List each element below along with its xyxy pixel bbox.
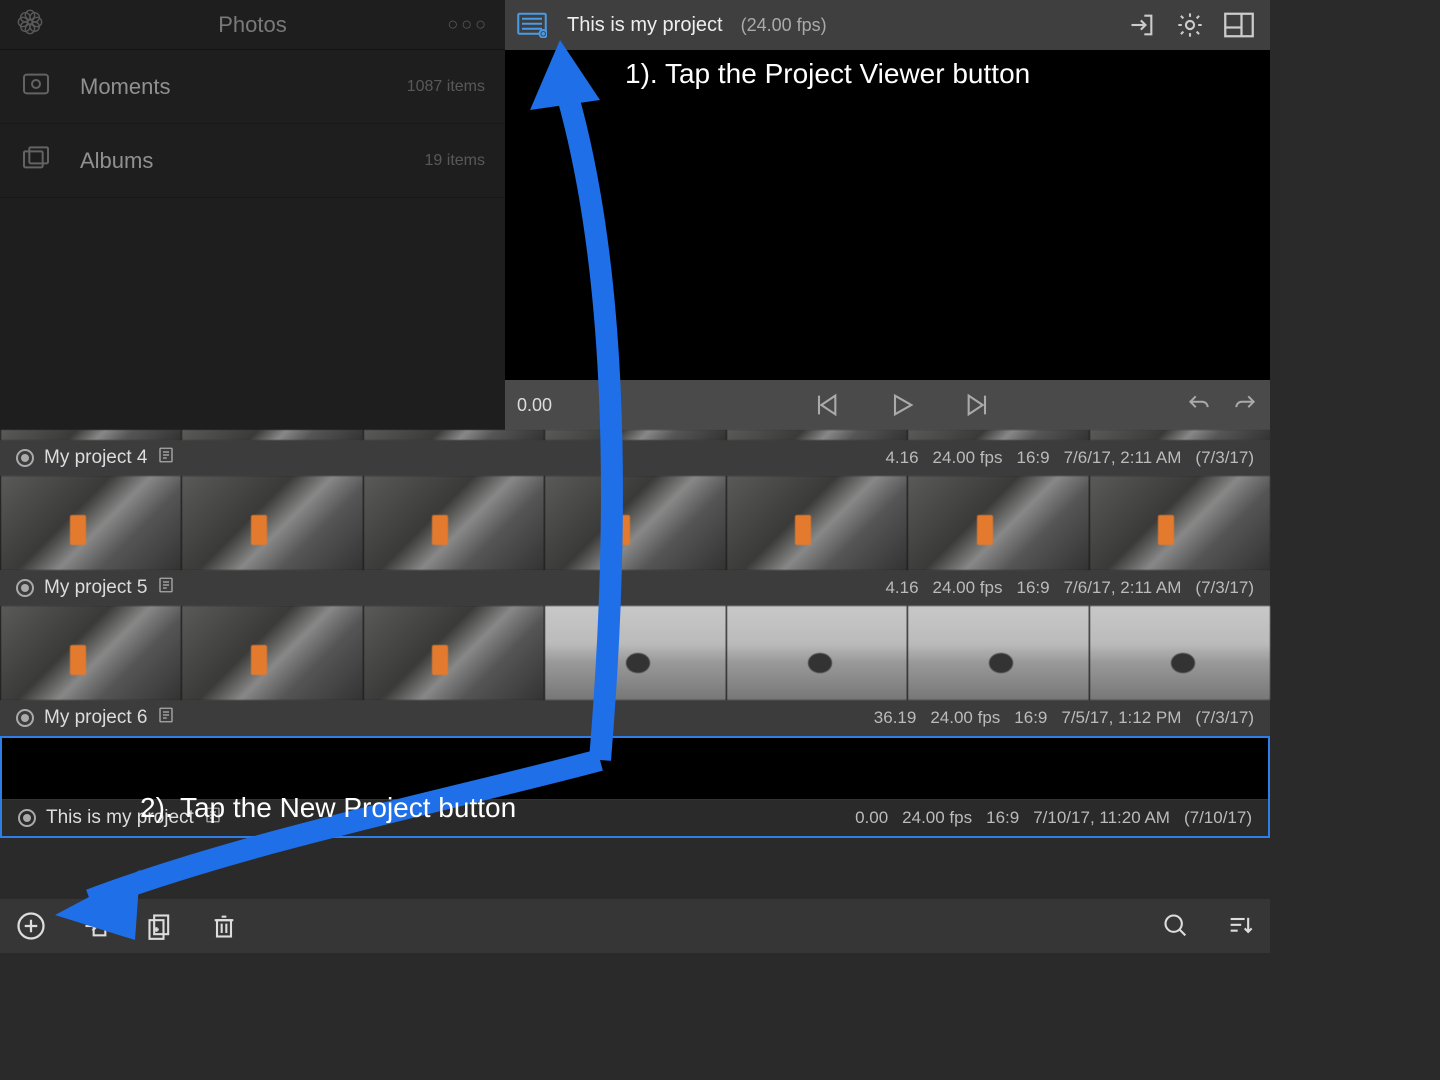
undo-button[interactable] — [1186, 392, 1212, 418]
import-button[interactable] — [82, 912, 110, 940]
project-created: (7/3/17) — [1195, 448, 1254, 468]
project-fps: 24.00 fps — [933, 578, 1003, 598]
new-project-button[interactable] — [16, 911, 46, 941]
project-name: My project 6 — [44, 707, 147, 729]
project-duration: 4.16 — [885, 448, 918, 468]
project-row[interactable]: My project 5 4.16 24.00 fps 16:9 7/6/17,… — [0, 570, 1270, 606]
duplicate-button[interactable] — [146, 912, 174, 940]
project-aspect: 16:9 — [1016, 448, 1049, 468]
viewer-header: This is my project (24.00 fps) — [505, 0, 1270, 50]
project-list: My project 4 4.16 24.00 fps 16:9 7/6/17,… — [0, 430, 1270, 838]
project-aspect: 16:9 — [1016, 578, 1049, 598]
project-aspect: 16:9 — [986, 808, 1019, 828]
sidebar-title: Photos — [218, 12, 287, 38]
photos-app-icon — [16, 8, 44, 41]
project-duration: 0.00 — [855, 808, 888, 828]
project-created: (7/3/17) — [1195, 708, 1254, 728]
delete-button[interactable] — [210, 912, 238, 940]
next-frame-button[interactable] — [964, 391, 992, 419]
project-aspect: 16:9 — [1014, 708, 1047, 728]
project-row[interactable]: My project 6 36.19 24.00 fps 16:9 7/5/17… — [0, 700, 1270, 736]
sidebar-item-label: Albums — [80, 148, 401, 174]
settings-button[interactable] — [1172, 7, 1208, 43]
project-fps: 24.00 fps — [930, 708, 1000, 728]
thumb-strip-partial — [0, 430, 1270, 440]
more-options-icon[interactable]: ○○○ — [447, 14, 489, 35]
viewer-panel: This is my project (24.00 fps) — [505, 0, 1270, 430]
layout-button[interactable] — [1220, 8, 1258, 42]
sidebar-item-count: 1087 items — [407, 78, 485, 96]
project-fps-label: (24.00 fps) — [741, 15, 827, 36]
project-name: My project 5 — [44, 577, 147, 599]
export-button[interactable] — [1124, 7, 1160, 43]
photos-sidebar: Photos ○○○ Moments 1087 items Albums 19 … — [0, 0, 505, 430]
select-project-icon[interactable] — [18, 809, 36, 827]
sidebar-item-count: 19 items — [425, 152, 485, 170]
project-modified: 7/6/17, 2:11 AM — [1064, 578, 1182, 598]
redo-button[interactable] — [1232, 392, 1258, 418]
project-name: My project 4 — [44, 447, 147, 469]
sidebar-item-label: Moments — [80, 74, 383, 100]
project-modified: 7/5/17, 1:12 PM — [1061, 708, 1181, 728]
timecode-label: 0.00 — [517, 395, 617, 416]
sort-button[interactable] — [1226, 912, 1254, 940]
project-modified: 7/6/17, 2:11 AM — [1064, 448, 1182, 468]
sidebar-header: Photos ○○○ — [0, 0, 505, 50]
transport-bar: 0.00 — [505, 380, 1270, 430]
project-created: (7/3/17) — [1195, 578, 1254, 598]
thumb-strip[interactable] — [0, 476, 1270, 570]
project-fps: 24.00 fps — [933, 448, 1003, 468]
project-title: This is my project — [567, 14, 723, 37]
search-button[interactable] — [1162, 912, 1190, 940]
project-duration: 4.16 — [885, 578, 918, 598]
thumb-strip-empty[interactable] — [2, 738, 1268, 800]
project-modified: 7/10/17, 11:20 AM — [1033, 808, 1170, 828]
project-created: (7/10/17) — [1184, 808, 1252, 828]
notes-icon[interactable] — [157, 446, 175, 470]
project-row[interactable]: My project 4 4.16 24.00 fps 16:9 7/6/17,… — [0, 440, 1270, 476]
project-name: This is my project — [46, 807, 194, 829]
notes-icon[interactable] — [157, 576, 175, 600]
thumb-strip[interactable] — [0, 606, 1270, 700]
moments-icon — [20, 68, 56, 105]
play-button[interactable] — [888, 391, 916, 419]
select-project-icon[interactable] — [16, 579, 34, 597]
sidebar-item-albums[interactable]: Albums 19 items — [0, 124, 505, 198]
notes-icon[interactable] — [204, 806, 222, 830]
project-fps: 24.00 fps — [902, 808, 972, 828]
preview-viewport[interactable] — [505, 50, 1270, 380]
select-project-icon[interactable] — [16, 709, 34, 727]
project-row-selected[interactable]: This is my project 0.00 24.00 fps 16:9 7… — [0, 736, 1270, 838]
notes-icon[interactable] — [157, 706, 175, 730]
prev-frame-button[interactable] — [812, 391, 840, 419]
sidebar-item-moments[interactable]: Moments 1087 items — [0, 50, 505, 124]
albums-icon — [20, 142, 56, 179]
bottom-toolbar — [0, 899, 1270, 953]
project-viewer-button[interactable] — [517, 12, 547, 38]
project-duration: 36.19 — [874, 708, 917, 728]
select-project-icon[interactable] — [16, 449, 34, 467]
